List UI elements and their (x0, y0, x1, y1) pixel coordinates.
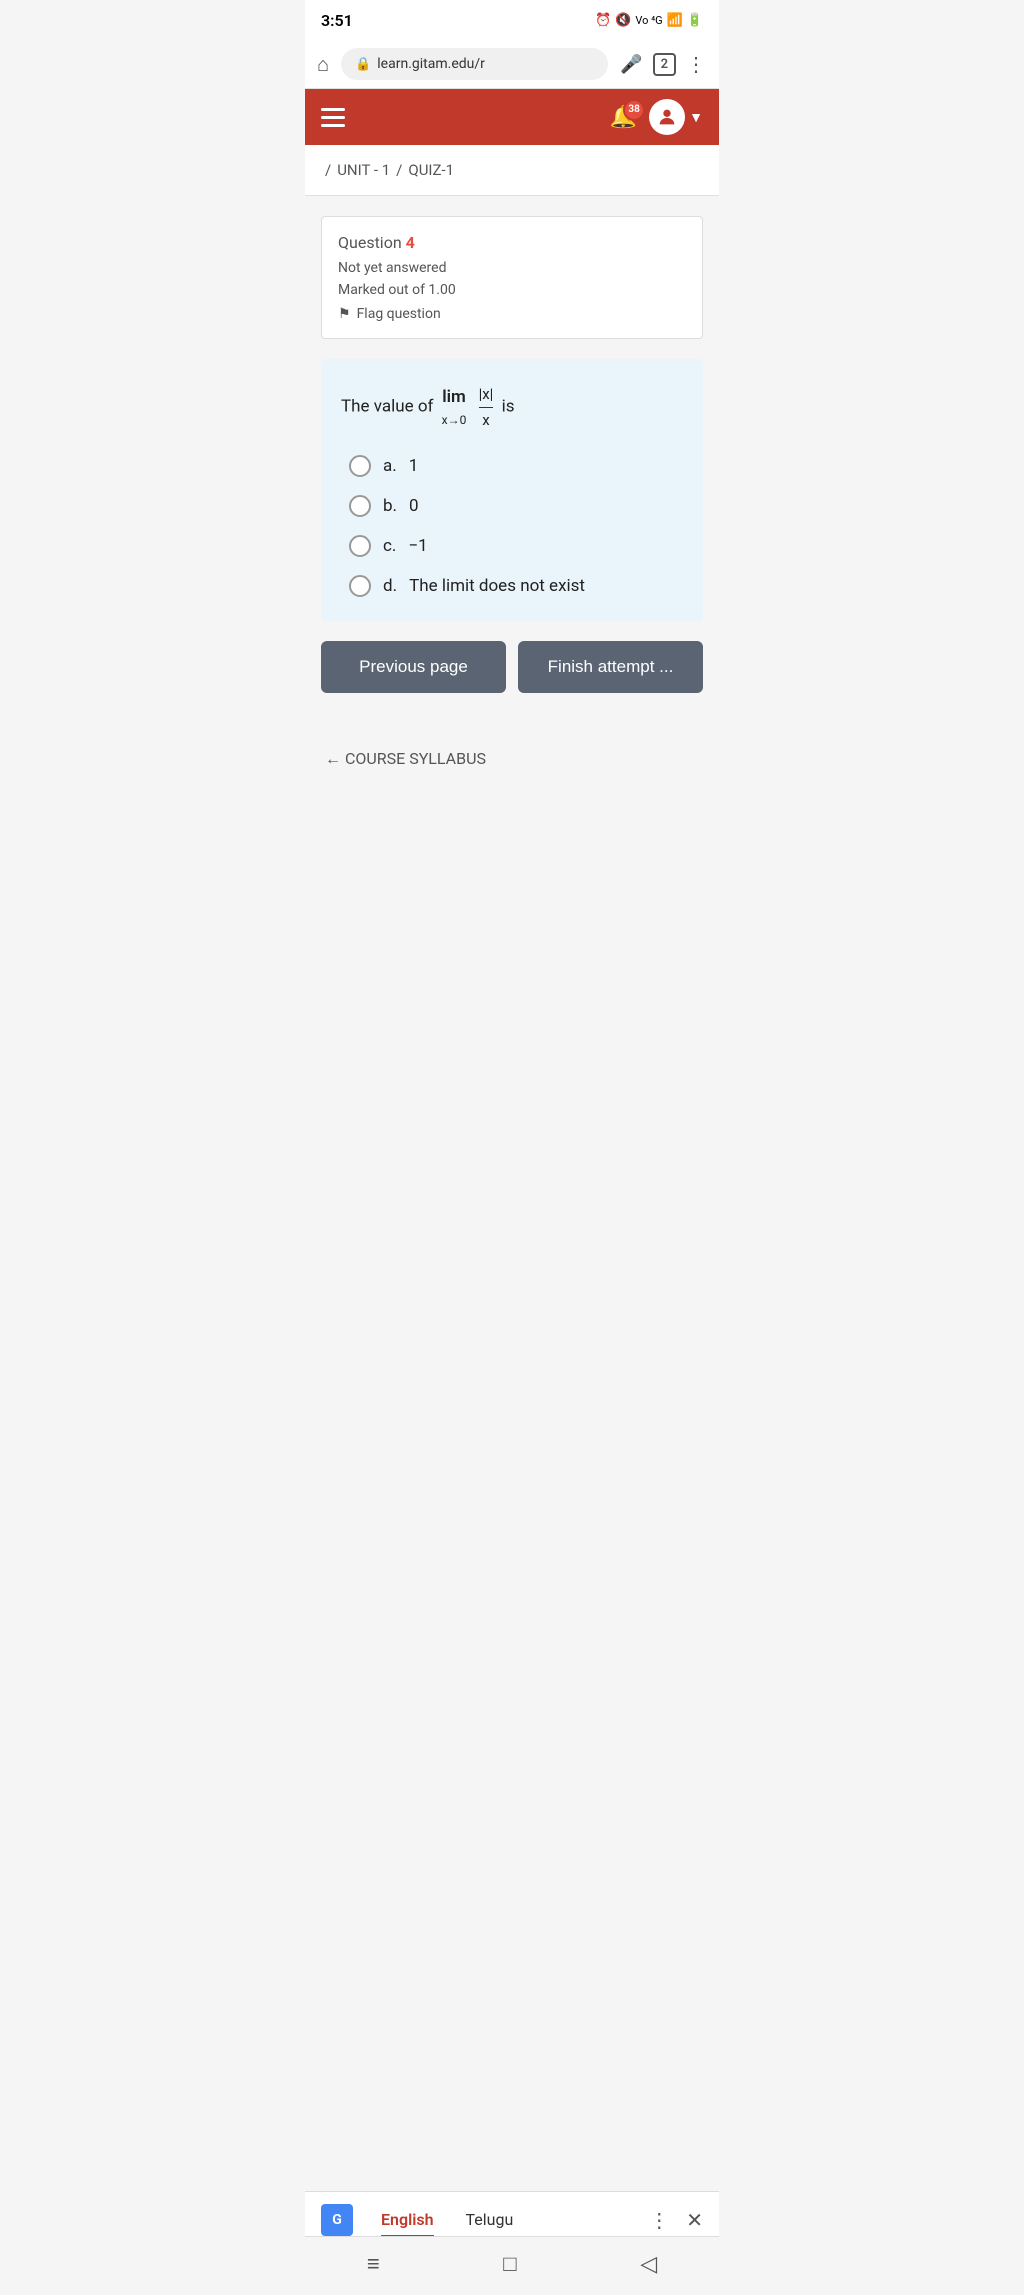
flag-question-row[interactable]: ⚑ Flag question (338, 306, 686, 322)
breadcrumb-quiz[interactable]: QUIZ-1 (408, 161, 454, 179)
home-icon[interactable]: ⌂ (317, 52, 329, 77)
option-d-letter: d. (383, 576, 397, 596)
option-c-value: −1 (408, 536, 427, 556)
lim-label: lim (442, 385, 466, 411)
browser-more-icon[interactable]: ⋮ (686, 52, 707, 76)
option-a-value: 1 (409, 456, 419, 476)
limit-expression: lim x→0 (442, 385, 467, 429)
browser-bar: ⌂ 🔒 learn.gitam.edu/r 🎤 2 ⋮ (305, 40, 719, 89)
question-word: Question (338, 233, 402, 252)
question-content: The value of lim x→0 |x| x is a. 1 b. 0 … (321, 359, 703, 621)
status-time: 3:51 (321, 11, 353, 30)
avatar-dropdown-arrow: ▼ (689, 109, 703, 126)
flag-question-label: Flag question (357, 306, 441, 322)
option-d-value: The limit does not exist (409, 576, 585, 596)
fraction-denominator: x (482, 408, 489, 432)
option-c[interactable]: c. −1 (349, 535, 683, 557)
question-status: Not yet answered (338, 260, 686, 276)
bottom-back-button[interactable]: ◁ (620, 2246, 677, 2283)
english-label: English (381, 2210, 434, 2229)
tab-count-badge[interactable]: 2 (653, 53, 676, 76)
lim-subscript: x→0 (442, 411, 467, 429)
signal-bars-icon: 📶 (667, 13, 683, 28)
language-tab-english[interactable]: English (365, 2202, 450, 2237)
user-avatar-wrapper[interactable]: ▼ (649, 99, 703, 135)
google-translate-icon: G (321, 2204, 353, 2236)
option-b-letter: b. (383, 496, 397, 516)
option-b-value: 0 (409, 496, 419, 516)
breadcrumb: / UNIT - 1 / QUIZ-1 (305, 145, 719, 196)
fraction-numerator: |x| (479, 383, 494, 408)
battery-icon: 🔋 (687, 13, 703, 28)
hamburger-menu[interactable] (321, 108, 345, 127)
finish-attempt-button[interactable]: Finish attempt ... (518, 641, 703, 693)
translation-more-icon[interactable]: ⋮ (649, 2208, 670, 2232)
translation-close-icon[interactable]: ✕ (686, 2208, 703, 2232)
telugu-label: Telugu (466, 2210, 514, 2229)
signal-text: Vo ⁴G (635, 14, 662, 27)
option-a-letter: a. (383, 456, 397, 476)
question-text: The value of lim x→0 |x| x is (341, 383, 683, 431)
bottom-back-icon: ◁ (640, 2252, 657, 2277)
flag-icon: ⚑ (338, 306, 351, 322)
status-icons: ⏰ 🔇 Vo ⁴G 📶 🔋 (595, 13, 703, 28)
url-text: learn.gitam.edu/r (377, 56, 485, 72)
breadcrumb-separator-2: / (396, 161, 402, 179)
is-suffix: is (502, 396, 515, 416)
top-nav: 🔔 38 ▼ (305, 89, 719, 145)
hamburger-line-3 (321, 124, 345, 127)
bottom-menu-icon: ≡ (367, 2251, 380, 2277)
nav-right: 🔔 38 ▼ (610, 99, 703, 135)
question-label: Question 4 (338, 233, 686, 252)
breadcrumb-unit[interactable]: UNIT - 1 (337, 161, 390, 179)
google-g-label: G (332, 2212, 342, 2228)
bottom-home-button[interactable]: □ (483, 2245, 536, 2283)
question-marked-out: Marked out of 1.00 (338, 282, 686, 298)
nav-buttons: Previous page Finish attempt ... (321, 641, 703, 693)
option-b[interactable]: b. 0 (349, 495, 683, 517)
radio-b[interactable] (349, 495, 371, 517)
bottom-menu-button[interactable]: ≡ (347, 2245, 400, 2283)
url-bar[interactable]: 🔒 learn.gitam.edu/r (341, 48, 608, 80)
question-number: 4 (406, 233, 415, 252)
lock-icon: 🔒 (355, 57, 371, 72)
options-list: a. 1 b. 0 c. −1 d. The limit does not ex… (341, 455, 683, 597)
spacer (305, 785, 719, 845)
bottom-home-icon: □ (503, 2251, 516, 2277)
course-syllabus-link[interactable]: ← COURSE SYLLABUS (305, 733, 719, 785)
radio-d[interactable] (349, 575, 371, 597)
notification-bell[interactable]: 🔔 38 (610, 105, 637, 130)
option-d[interactable]: d. The limit does not exist (349, 575, 683, 597)
option-a[interactable]: a. 1 (349, 455, 683, 477)
option-c-letter: c. (383, 536, 396, 556)
language-tab-telugu[interactable]: Telugu (450, 2202, 530, 2237)
browser-actions: 🎤 2 ⋮ (620, 52, 707, 76)
hamburger-line-2 (321, 116, 345, 119)
question-card: Question 4 Not yet answered Marked out o… (321, 216, 703, 339)
notification-badge: 38 (623, 99, 645, 121)
microphone-icon[interactable]: 🎤 (620, 54, 642, 75)
previous-page-button[interactable]: Previous page (321, 641, 506, 693)
avatar (649, 99, 685, 135)
radio-c[interactable] (349, 535, 371, 557)
bottom-spacer (305, 845, 719, 965)
radio-a[interactable] (349, 455, 371, 477)
bottom-navigation-bar: ≡ □ ◁ (305, 2236, 719, 2295)
question-preamble: The value of (341, 396, 433, 416)
breadcrumb-separator-1: / (325, 161, 331, 179)
status-bar: 3:51 ⏰ 🔇 Vo ⁴G 📶 🔋 (305, 0, 719, 40)
mute-icon: 🔇 (615, 13, 631, 28)
alarm-icon: ⏰ (595, 13, 611, 28)
fraction: |x| x (479, 383, 494, 431)
hamburger-line-1 (321, 108, 345, 111)
course-syllabus-label: ← COURSE SYLLABUS (325, 749, 486, 769)
